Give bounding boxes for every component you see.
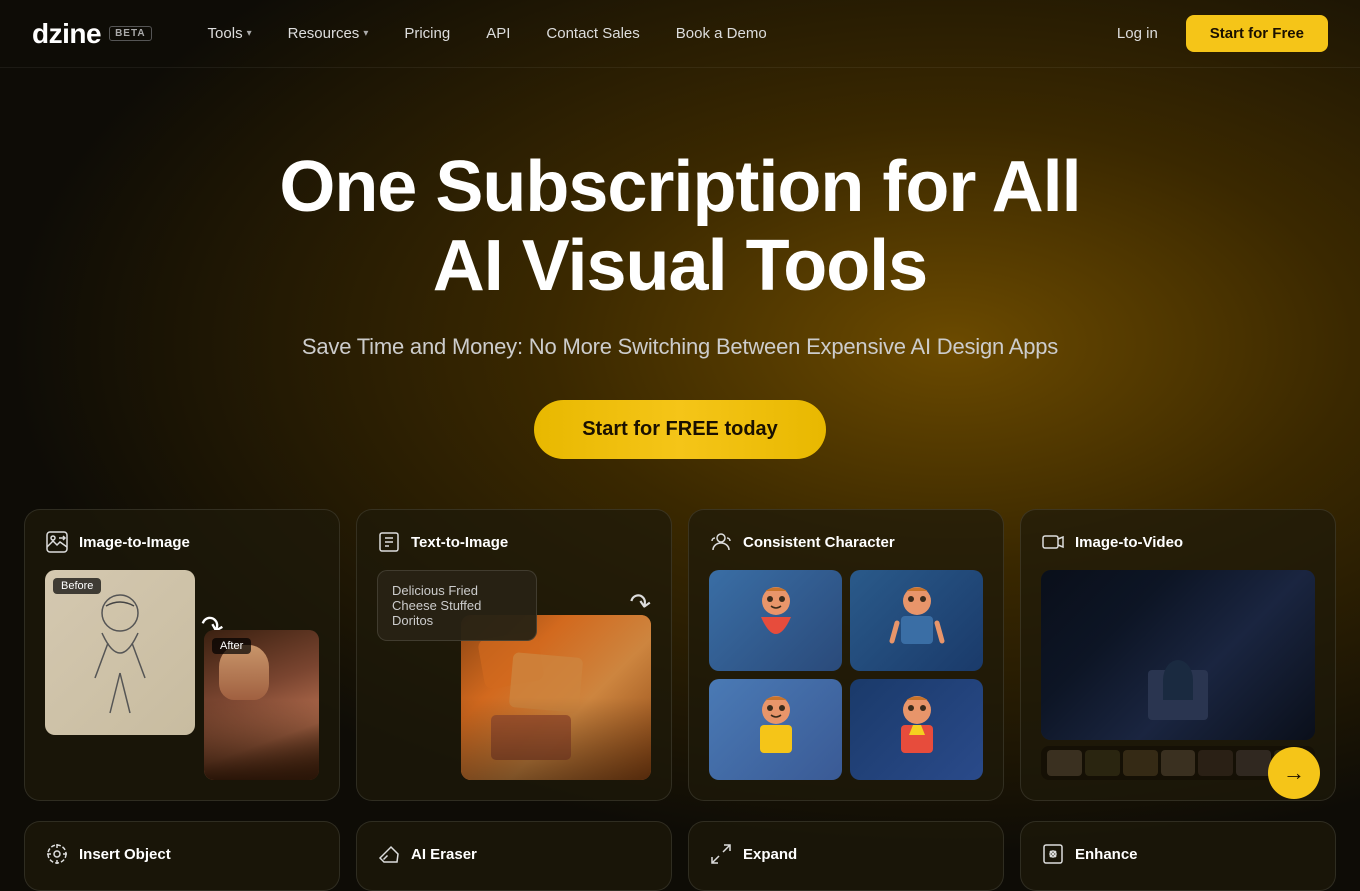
card-title-consistent-character: Consistent Character	[743, 534, 895, 551]
chevron-down-icon: ▾	[247, 28, 252, 39]
prompt-bubble: Delicious Fried Cheese Stuffed Doritos	[377, 570, 537, 641]
char-image-4	[850, 679, 983, 780]
nav-api[interactable]: API	[470, 17, 526, 50]
text-to-image-icon	[377, 530, 401, 554]
consistent-character-icon	[709, 530, 733, 554]
character-grid	[709, 570, 983, 780]
card-image-to-image[interactable]: Image-to-Image Before ↷	[24, 509, 340, 801]
hero-subtitle: Save Time and Money: No More Switching B…	[20, 334, 1340, 360]
card-title-image-to-image: Image-to-Image	[79, 534, 190, 551]
card-ai-eraser[interactable]: AI Eraser	[356, 821, 672, 891]
image-to-video-icon	[1041, 530, 1065, 554]
logo[interactable]: dzine BETA	[32, 18, 152, 50]
navbar: dzine BETA Tools ▾ Resources ▾ Pricing A…	[0, 0, 1360, 68]
login-button[interactable]: Log in	[1105, 17, 1170, 50]
nav-links: Tools ▾ Resources ▾ Pricing API Contact …	[192, 17, 783, 50]
nav-pricing[interactable]: Pricing	[388, 17, 466, 50]
nav-left: dzine BETA Tools ▾ Resources ▾ Pricing A…	[32, 17, 783, 50]
nav-contact-sales[interactable]: Contact Sales	[530, 17, 655, 50]
card-insert-object[interactable]: Insert Object	[24, 821, 340, 891]
text-to-image-content: Delicious Fried Cheese Stuffed Doritos ↷	[377, 570, 651, 780]
nav-right: Log in Start for Free	[1105, 15, 1328, 52]
image-to-image-content: Before ↷ After	[45, 570, 319, 780]
start-free-button[interactable]: Start for Free	[1186, 15, 1328, 52]
card-title-expand: Expand	[743, 846, 797, 863]
nav-tools[interactable]: Tools ▾	[192, 17, 268, 50]
nav-resources[interactable]: Resources ▾	[272, 17, 385, 50]
card-enhance[interactable]: Enhance	[1020, 821, 1336, 891]
before-image: Before	[45, 570, 195, 735]
card-expand[interactable]: Expand	[688, 821, 1004, 891]
brand-name: dzine	[32, 18, 101, 50]
card-title-ai-eraser: AI Eraser	[411, 846, 477, 863]
char-image-1	[709, 570, 842, 671]
char-image-3	[709, 679, 842, 780]
sketch-drawing	[70, 588, 170, 718]
card-title-enhance: Enhance	[1075, 846, 1138, 863]
after-image: After	[204, 630, 319, 780]
char-image-2	[850, 570, 983, 671]
card-text-to-image[interactable]: Text-to-Image Delicious Fried Cheese Stu…	[356, 509, 672, 801]
before-label: Before	[53, 578, 101, 594]
after-label: After	[212, 638, 251, 654]
card-consistent-character[interactable]: Consistent Character	[688, 509, 1004, 801]
hero-cta-button[interactable]: Start for FREE today	[534, 400, 826, 459]
ai-eraser-icon	[377, 842, 401, 866]
beta-badge: BETA	[109, 26, 151, 41]
card-title-insert-object: Insert Object	[79, 846, 171, 863]
enhance-icon	[1041, 842, 1065, 866]
tools-row-2: Insert Object AI Eraser Expand	[0, 821, 1360, 891]
nav-book-demo[interactable]: Book a Demo	[660, 17, 783, 50]
tools-row-1: Image-to-Image Before ↷	[0, 509, 1360, 821]
hero-title: One Subscription for All AI Visual Tools	[20, 148, 1340, 306]
insert-object-icon	[45, 842, 69, 866]
expand-icon	[709, 842, 733, 866]
image-to-image-icon	[45, 530, 69, 554]
hero-section: One Subscription for All AI Visual Tools…	[0, 68, 1360, 509]
card-title-text-to-image: Text-to-Image	[411, 534, 508, 551]
scroll-next-button[interactable]: →	[1268, 747, 1320, 799]
video-content: ▶	[1041, 570, 1315, 780]
video-main: ▶	[1041, 570, 1315, 740]
chevron-down-icon: ▾	[363, 28, 368, 39]
card-title-image-to-video: Image-to-Video	[1075, 534, 1183, 551]
